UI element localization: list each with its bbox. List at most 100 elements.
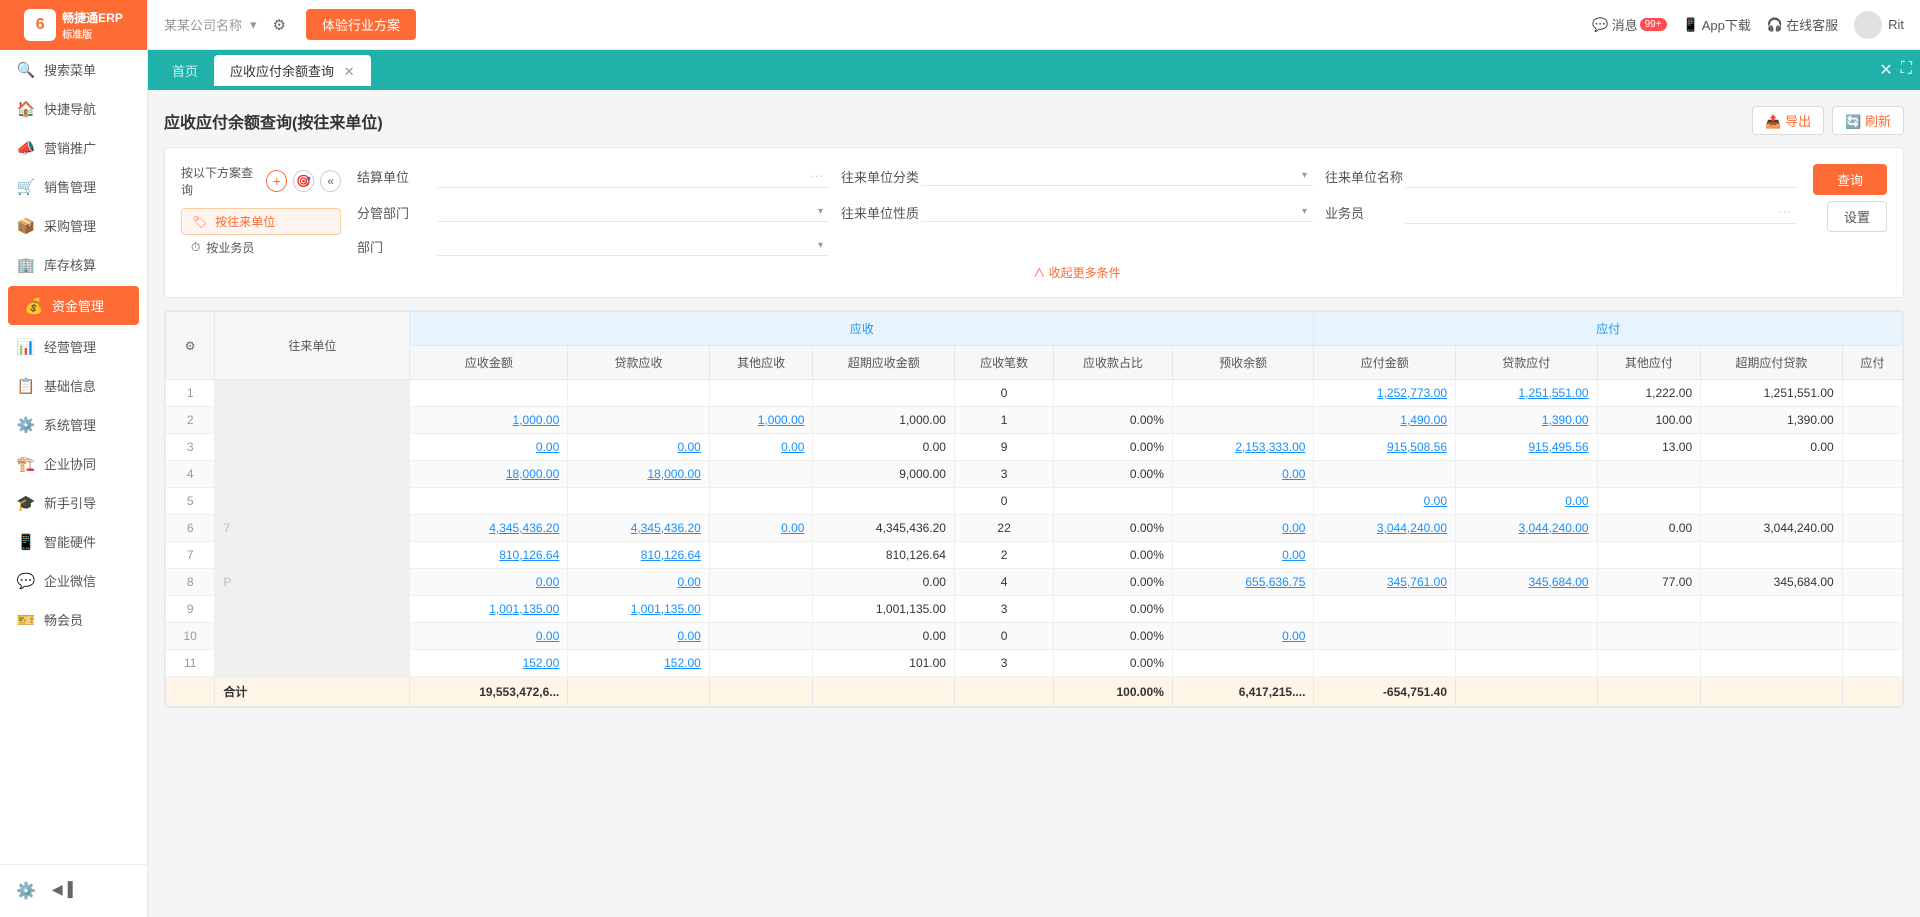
row-ar-prepay[interactable]: 0.00 [1172, 542, 1314, 569]
row-ar-other[interactable] [709, 596, 813, 623]
app-download-btn[interactable]: 📱 App下载 [1683, 15, 1751, 34]
sidebar-item-weixin[interactable]: 💬 企业微信 [0, 561, 147, 600]
sidebar-item-search-menu[interactable]: 🔍 搜索菜单 [0, 50, 147, 89]
sidebar-item-enterprise[interactable]: 🏗️ 企业协同 [0, 444, 147, 483]
online-service-btn[interactable]: 🎧 在线客服 [1767, 15, 1838, 34]
export-btn[interactable]: 📤 导出 [1752, 106, 1824, 135]
row-ar-other[interactable] [709, 542, 813, 569]
sidebar-collapse-btn[interactable]: ◀▐ [52, 881, 73, 901]
partner-type-select[interactable]: ▾ [921, 166, 1313, 186]
row-ar-loan[interactable]: 810,126.64 [568, 542, 710, 569]
sidebar-item-purchase[interactable]: 📦 采购管理 [0, 206, 147, 245]
row-ap-amount[interactable] [1314, 623, 1456, 650]
sidebar-item-finance[interactable]: 💰 资金管理 [8, 286, 139, 325]
row-ar-prepay[interactable]: 655,636.75 [1172, 569, 1314, 596]
query-btn[interactable]: 查询 [1813, 164, 1887, 195]
row-ar-loan[interactable]: 0.00 [568, 569, 710, 596]
sidebar-item-member[interactable]: 🎫 畅会员 [0, 600, 147, 639]
row-ap-loan[interactable] [1456, 461, 1598, 488]
refresh-btn[interactable]: 🔄 刷新 [1832, 106, 1904, 135]
row-ar-prepay[interactable]: 0.00 [1172, 461, 1314, 488]
tab-ar-ap[interactable]: 应收应付余额查询 ✕ [214, 55, 371, 86]
row-ar-loan[interactable] [568, 380, 710, 407]
filter-collapse-left-btn[interactable]: « [320, 170, 341, 192]
sidebar-settings-btn[interactable]: ⚙️ [16, 881, 36, 901]
row-ar-prepay[interactable] [1172, 650, 1314, 677]
row-ar-other[interactable] [709, 488, 813, 515]
row-ap-loan[interactable]: 3,044,240.00 [1456, 515, 1598, 542]
row-ap-amount[interactable] [1314, 461, 1456, 488]
row-ar-loan[interactable] [568, 407, 710, 434]
partner-name-input[interactable] [1405, 164, 1797, 188]
row-ap-loan[interactable] [1456, 596, 1598, 623]
row-ar-other[interactable] [709, 461, 813, 488]
sidebar-item-operations[interactable]: 📊 经营管理 [0, 327, 147, 366]
row-ar-prepay[interactable] [1172, 488, 1314, 515]
row-ar-loan[interactable]: 0.00 [568, 623, 710, 650]
settlement-unit-input[interactable]: ··· [437, 164, 829, 188]
row-ar-loan[interactable] [568, 488, 710, 515]
row-ap-amount[interactable] [1314, 650, 1456, 677]
table-settings-icon[interactable]: ⚙ [185, 339, 196, 353]
filter-collapse-btn[interactable]: ∧ 收起更多条件 [357, 256, 1797, 281]
row-ar-other[interactable]: 1,000.00 [709, 407, 813, 434]
row-ap-loan[interactable]: 0.00 [1456, 488, 1598, 515]
sidebar-item-smart-hw[interactable]: 📱 智能硬件 [0, 522, 147, 561]
row-ar-prepay[interactable] [1172, 407, 1314, 434]
industry-plan-btn[interactable]: 体验行业方案 [306, 9, 416, 40]
row-ar-amount[interactable]: 18,000.00 [410, 461, 568, 488]
filter-add-btn[interactable]: + [266, 170, 287, 192]
col-settings[interactable]: ⚙ [166, 312, 215, 380]
row-ap-loan[interactable]: 1,390.00 [1456, 407, 1598, 434]
window-maximize-btn[interactable]: ⛶ [1901, 60, 1912, 80]
row-ar-amount[interactable] [410, 380, 568, 407]
setting-btn[interactable]: 设置 [1827, 201, 1887, 232]
row-ap-amount[interactable] [1314, 596, 1456, 623]
row-ar-loan[interactable]: 1,001,135.00 [568, 596, 710, 623]
row-ar-other[interactable]: 0.00 [709, 515, 813, 542]
row-ar-prepay[interactable] [1172, 596, 1314, 623]
salesperson-input[interactable]: ··· [1405, 200, 1797, 224]
row-ar-other[interactable]: 0.00 [709, 434, 813, 461]
row-ap-amount[interactable]: 915,508.56 [1314, 434, 1456, 461]
row-ar-amount[interactable]: 152.00 [410, 650, 568, 677]
row-ar-prepay[interactable]: 0.00 [1172, 623, 1314, 650]
row-ar-other[interactable] [709, 380, 813, 407]
row-ar-amount[interactable] [410, 488, 568, 515]
filter-target-btn[interactable]: 🎯 [293, 170, 314, 192]
row-ar-loan[interactable]: 18,000.00 [568, 461, 710, 488]
row-ap-loan[interactable] [1456, 623, 1598, 650]
row-ar-amount[interactable]: 0.00 [410, 623, 568, 650]
row-ar-amount[interactable]: 1,000.00 [410, 407, 568, 434]
row-ar-loan[interactable]: 4,345,436.20 [568, 515, 710, 542]
user-area[interactable]: Rit [1854, 11, 1904, 39]
row-ar-prepay[interactable]: 2,153,333.00 [1172, 434, 1314, 461]
row-ar-loan[interactable]: 152.00 [568, 650, 710, 677]
row-ar-amount[interactable]: 0.00 [410, 569, 568, 596]
breadcrumb-chevron[interactable]: ▾ [250, 17, 257, 33]
row-ar-other[interactable] [709, 623, 813, 650]
row-ap-amount[interactable]: 0.00 [1314, 488, 1456, 515]
sidebar-item-marketing[interactable]: 📣 营销推广 [0, 128, 147, 167]
row-ap-amount[interactable]: 1,252,773.00 [1314, 380, 1456, 407]
row-ar-prepay[interactable] [1172, 380, 1314, 407]
dept-select[interactable]: ▾ [437, 202, 829, 222]
row-ap-loan[interactable]: 1,251,551.00 [1456, 380, 1598, 407]
row-ap-amount[interactable]: 3,044,240.00 [1314, 515, 1456, 542]
filter-scheme-salesperson[interactable]: ⏱ 按业务员 [181, 235, 341, 260]
partner-nature-select[interactable]: ▾ [921, 202, 1313, 222]
row-ar-amount[interactable]: 4,345,436.20 [410, 515, 568, 542]
row-ap-loan[interactable]: 915,495.56 [1456, 434, 1598, 461]
header-gear-icon[interactable]: ⚙ [273, 16, 286, 34]
row-ap-amount[interactable]: 1,490.00 [1314, 407, 1456, 434]
row-ap-amount[interactable] [1314, 542, 1456, 569]
sidebar-item-quick-nav[interactable]: 🏠 快捷导航 [0, 89, 147, 128]
row-ar-prepay[interactable]: 0.00 [1172, 515, 1314, 542]
row-ar-amount[interactable]: 810,126.64 [410, 542, 568, 569]
row-ar-amount[interactable]: 1,001,135.00 [410, 596, 568, 623]
tab-home[interactable]: 首页 [156, 55, 214, 86]
row-ar-other[interactable] [709, 650, 813, 677]
window-close-btn[interactable]: ✕ [1879, 60, 1892, 80]
row-ar-amount[interactable]: 0.00 [410, 434, 568, 461]
row-ap-loan[interactable] [1456, 542, 1598, 569]
